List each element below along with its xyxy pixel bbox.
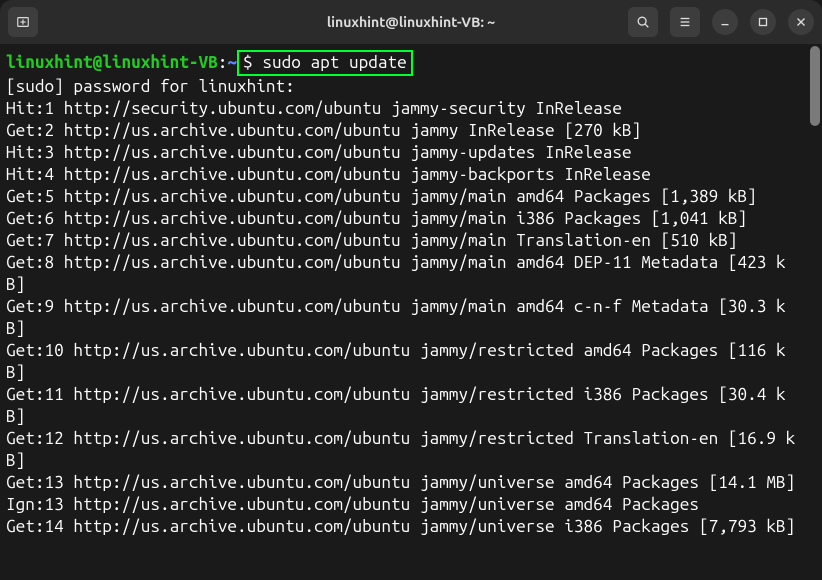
output-line: Hit:3 http://us.archive.ubuntu.com/ubunt… (6, 142, 804, 164)
output-line: Ign:13 http://us.archive.ubuntu.com/ubun… (6, 494, 804, 516)
output-line: Get:8 http://us.archive.ubuntu.com/ubunt… (6, 252, 804, 296)
close-button[interactable] (788, 9, 814, 35)
output-line: Hit:1 http://security.ubuntu.com/ubuntu … (6, 98, 804, 120)
menu-button[interactable] (670, 7, 700, 37)
command-text: sudo apt update (262, 53, 406, 72)
output-line: Get:13 http://us.archive.ubuntu.com/ubun… (6, 472, 804, 494)
output-line: Get:6 http://us.archive.ubuntu.com/ubunt… (6, 208, 804, 230)
hamburger-icon (678, 15, 692, 29)
maximize-icon (756, 15, 770, 29)
output-line: Get:5 http://us.archive.ubuntu.com/ubunt… (6, 186, 804, 208)
new-tab-icon (16, 15, 30, 29)
close-icon (794, 15, 808, 29)
search-icon (636, 15, 650, 29)
output-line: Get:2 http://us.archive.ubuntu.com/ubunt… (6, 120, 804, 142)
output-line: [sudo] password for linuxhint: (6, 76, 804, 98)
output-line: Get:9 http://us.archive.ubuntu.com/ubunt… (6, 296, 804, 340)
output-line: Get:14 http://us.archive.ubuntu.com/ubun… (6, 516, 804, 538)
output-line: Get:12 http://us.archive.ubuntu.com/ubun… (6, 428, 804, 472)
minimize-button[interactable] (712, 9, 738, 35)
terminal-area[interactable]: linuxhint@linuxhint-VB:~$ sudo apt updat… (0, 44, 822, 580)
output-line: Get:10 http://us.archive.ubuntu.com/ubun… (6, 340, 804, 384)
new-tab-button[interactable] (8, 7, 38, 37)
prompt-user: linuxhint@linuxhint-VB (6, 53, 218, 72)
maximize-button[interactable] (750, 9, 776, 35)
minimize-icon (718, 15, 732, 29)
output-line: Get:7 http://us.archive.ubuntu.com/ubunt… (6, 230, 804, 252)
scrollbar-thumb[interactable] (810, 46, 820, 126)
prompt-line: linuxhint@linuxhint-VB:~$ sudo apt updat… (6, 50, 804, 76)
window-title: linuxhint@linuxhint-VB: ~ (327, 14, 495, 30)
search-button[interactable] (628, 7, 658, 37)
prompt-path: ~ (227, 53, 237, 72)
output-line: Get:11 http://us.archive.ubuntu.com/ubun… (6, 384, 804, 428)
command-highlight: $ sudo apt update (237, 50, 413, 76)
titlebar: linuxhint@linuxhint-VB: ~ (0, 0, 822, 44)
prompt-symbol: $ (243, 53, 262, 72)
output-line: Hit:4 http://us.archive.ubuntu.com/ubunt… (6, 164, 804, 186)
prompt-sep: : (218, 53, 228, 72)
